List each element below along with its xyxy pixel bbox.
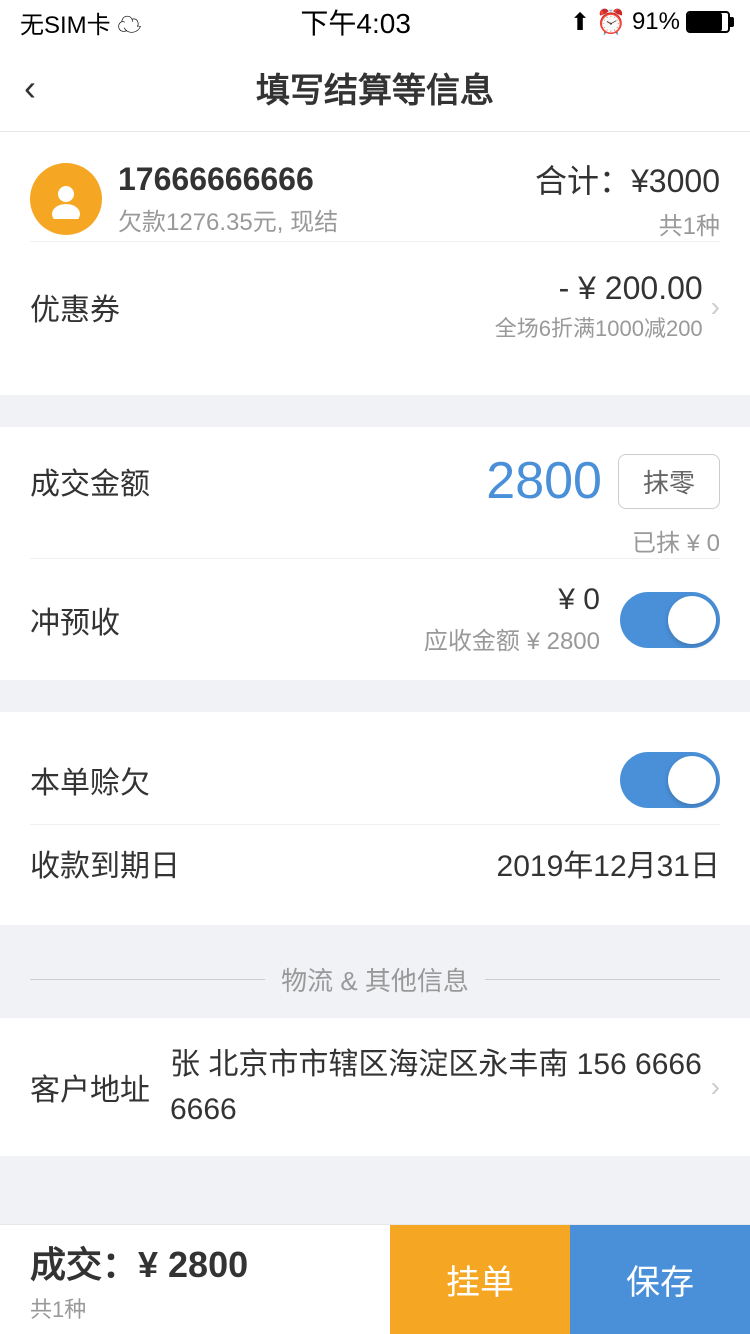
round-button[interactable]: 抹零	[618, 454, 720, 509]
transaction-row: 成交金额 2800 抹零	[30, 451, 720, 511]
section-divider-2	[0, 696, 750, 712]
precollect-row: 冲预收 ¥ 0 应收金额 ¥ 2800	[30, 558, 720, 656]
alarm-icon: ⏰	[596, 8, 626, 37]
debt-row: 本单赊欠	[30, 736, 720, 824]
address-section[interactable]: 客户地址 张 北京市市辖区海淀区永丰南 156 6666 6666 ›	[0, 1018, 750, 1156]
total-count: 共1种	[535, 206, 720, 241]
bottom-summary: 成交：¥ 2800 共1种	[0, 1236, 390, 1324]
user-card: 17666666666 欠款1276.35元, 现结 合计：¥3000 共1种 …	[0, 132, 750, 395]
debt-toggle[interactable]	[620, 752, 720, 808]
battery-text: 91%	[632, 8, 680, 36]
logistics-title: 物流 & 其他信息	[281, 961, 469, 998]
debt-label: 本单赊欠	[30, 758, 150, 802]
due-date-row: 收款到期日 2019年12月31日	[30, 824, 720, 901]
bottom-bar: 成交：¥ 2800 共1种 挂单 保存	[0, 1224, 750, 1334]
coupon-row[interactable]: 优惠券 - ¥ 200.00 全场6折满1000减200 ›	[30, 241, 720, 371]
address-label: 客户地址	[30, 1065, 150, 1109]
coupon-amount: - ¥ 200.00	[495, 270, 703, 307]
due-date-label: 收款到期日	[30, 841, 180, 885]
bottom-count: 共1种	[30, 1292, 360, 1324]
user-info-row: 17666666666 欠款1276.35元, 现结 合计：¥3000 共1种	[30, 156, 720, 241]
location-icon: ⬆	[570, 8, 590, 37]
precollect-sub: 应收金额 ¥ 2800	[424, 621, 600, 656]
status-time: 下午4:03	[300, 2, 411, 42]
transaction-section: 成交金额 2800 抹零 已抹 ¥ 0 冲预收 ¥ 0 应收金额 ¥ 2800	[0, 427, 750, 680]
page-title: 填写结算等信息	[256, 63, 494, 112]
battery-icon	[686, 11, 730, 33]
address-row[interactable]: 客户地址 张 北京市市辖区海淀区永丰南 156 6666 6666 ›	[30, 1042, 720, 1132]
due-date-value: 2019年12月31日	[497, 841, 720, 885]
precollect-amount: ¥ 0	[424, 583, 600, 617]
nav-bar: ‹ 填写结算等信息	[0, 44, 750, 132]
transaction-amount: 2800	[486, 451, 602, 511]
coupon-label: 优惠券	[30, 285, 120, 329]
status-right: ⬆ ⏰ 91%	[570, 8, 730, 37]
user-phone: 17666666666	[118, 161, 338, 198]
transaction-label: 成交金额	[30, 459, 150, 503]
address-chevron-icon: ›	[711, 1071, 720, 1103]
total-amount: 合计：¥3000	[535, 156, 720, 202]
address-value: 张 北京市市辖区海淀区永丰南 156 6666 6666	[170, 1042, 703, 1132]
logistics-header: 物流 & 其他信息	[0, 941, 750, 1018]
hold-button[interactable]: 挂单	[390, 1225, 570, 1334]
coupon-sub: 全场6折满1000减200	[495, 311, 703, 343]
bottom-trans-amount: ¥ 2800	[138, 1244, 248, 1285]
status-left: 无SIM卡 ☁	[20, 5, 141, 40]
section-divider-1	[0, 411, 750, 427]
bottom-trans-label: 成交：¥ 2800	[30, 1236, 360, 1288]
signal-text: 无SIM卡 ☁	[20, 5, 141, 40]
user-sub: 欠款1276.35元, 现结	[118, 202, 338, 237]
status-bar: 无SIM卡 ☁ 下午4:03 ⬆ ⏰ 91%	[0, 0, 750, 44]
debt-section: 本单赊欠 收款到期日 2019年12月31日	[0, 712, 750, 925]
precollect-label: 冲预收	[30, 598, 120, 642]
chevron-right-icon: ›	[711, 291, 720, 323]
save-button[interactable]: 保存	[570, 1225, 750, 1334]
back-button[interactable]: ‹	[24, 67, 36, 109]
transaction-sub: 已抹 ¥ 0	[632, 530, 720, 557]
avatar	[30, 163, 102, 235]
precollect-toggle[interactable]	[620, 592, 720, 648]
